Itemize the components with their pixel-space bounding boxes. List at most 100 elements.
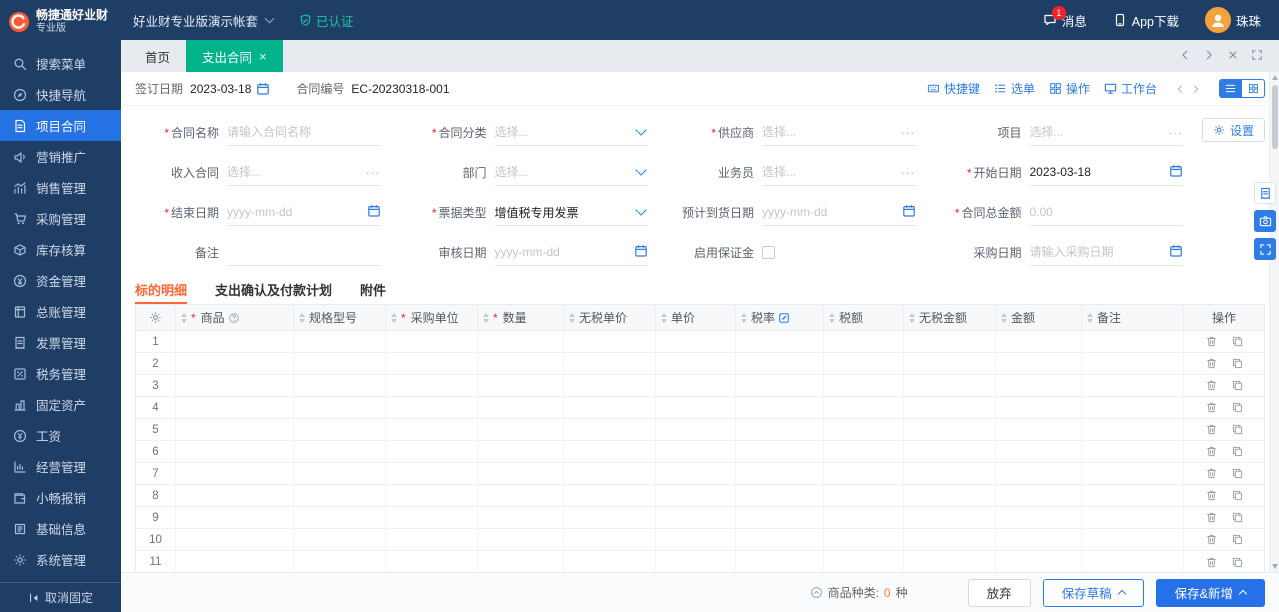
- cell-amount[interactable]: [996, 507, 1082, 528]
- cell-purchase-unit[interactable]: [386, 441, 478, 462]
- cell-unit-price[interactable]: [656, 331, 736, 352]
- cell-tax-amount[interactable]: [824, 485, 904, 506]
- cell-amount[interactable]: [996, 375, 1082, 396]
- cell-tax-free-amount[interactable]: [904, 485, 996, 506]
- sidebar-item-funds[interactable]: 资金管理: [0, 265, 121, 296]
- department-input[interactable]: [494, 165, 632, 179]
- gear-icon[interactable]: [149, 311, 162, 324]
- chevron-down-icon[interactable]: [635, 124, 647, 136]
- next-tab-button[interactable]: [1203, 49, 1217, 63]
- cell-spec-model[interactable]: [294, 529, 386, 550]
- operations-link[interactable]: 操作: [1049, 80, 1090, 97]
- cell-remark[interactable]: [1082, 441, 1184, 462]
- enable-deposit-checkbox[interactable]: [762, 246, 775, 259]
- column-header-unit-price[interactable]: 单价: [656, 305, 736, 330]
- cell-quantity[interactable]: [478, 441, 564, 462]
- cell-amount[interactable]: [996, 331, 1082, 352]
- cell-product[interactable]: [176, 529, 294, 550]
- cell-tax-amount[interactable]: [824, 397, 904, 418]
- cell-tax-free-price[interactable]: [564, 529, 656, 550]
- sidebar-item-fixed-assets[interactable]: 固定资产: [0, 389, 121, 420]
- summary-collapse-icon[interactable]: [810, 586, 823, 599]
- copy-icon[interactable]: [1231, 467, 1244, 480]
- contract-category-input[interactable]: [494, 125, 632, 139]
- scrollbar-thumb[interactable]: [1271, 85, 1278, 149]
- cell-spec-model[interactable]: [294, 463, 386, 484]
- cell-tax-free-price[interactable]: [564, 353, 656, 374]
- cell-purchase-unit[interactable]: [386, 331, 478, 352]
- cell-tax-free-amount[interactable]: [904, 375, 996, 396]
- card-view-toggle[interactable]: [1242, 79, 1265, 98]
- trash-icon[interactable]: [1205, 357, 1218, 370]
- cell-quantity[interactable]: [478, 485, 564, 506]
- contract-name-input[interactable]: [227, 125, 381, 139]
- sidebar-item-tax[interactable]: 税务管理: [0, 358, 121, 389]
- sidebar-item-basic-info[interactable]: 基础信息: [0, 513, 121, 544]
- close-all-button[interactable]: [1227, 49, 1241, 63]
- remark-input[interactable]: [227, 245, 381, 259]
- more-picker-icon[interactable]: ...: [901, 124, 916, 140]
- cell-quantity[interactable]: [478, 397, 564, 418]
- cell-tax-rate[interactable]: [736, 441, 824, 462]
- cell-tax-free-amount[interactable]: [904, 331, 996, 352]
- audit-date-input[interactable]: [494, 245, 629, 259]
- cell-quantity[interactable]: [478, 507, 564, 528]
- column-header-spec-model[interactable]: 规格型号: [294, 305, 386, 330]
- cell-tax-free-price[interactable]: [564, 551, 656, 572]
- sidebar-item-quick-nav[interactable]: 快捷导航: [0, 79, 121, 110]
- save-draft-button[interactable]: 保存草稿: [1042, 578, 1144, 607]
- cell-product[interactable]: [176, 463, 294, 484]
- salesman-input[interactable]: [762, 165, 896, 179]
- help-icon[interactable]: [228, 312, 240, 324]
- cell-tax-rate[interactable]: [736, 353, 824, 374]
- cell-product[interactable]: [176, 485, 294, 506]
- cell-spec-model[interactable]: [294, 331, 386, 352]
- cell-tax-free-price[interactable]: [564, 441, 656, 462]
- cell-tax-free-amount[interactable]: [904, 551, 996, 572]
- column-header-tax-free-price[interactable]: 无税单价: [564, 305, 656, 330]
- tab-expense-contract[interactable]: 支出合同 ×: [186, 40, 283, 72]
- cell-product[interactable]: [176, 375, 294, 396]
- cell-amount[interactable]: [996, 353, 1082, 374]
- cell-tax-free-price[interactable]: [564, 507, 656, 528]
- trash-icon[interactable]: [1205, 401, 1218, 414]
- trash-icon[interactable]: [1205, 511, 1218, 524]
- column-header-purchase-unit[interactable]: * 采购单位: [386, 305, 478, 330]
- trash-icon[interactable]: [1205, 489, 1218, 502]
- cell-tax-amount[interactable]: [824, 463, 904, 484]
- start-date-input[interactable]: [1029, 165, 1164, 179]
- cell-unit-price[interactable]: [656, 441, 736, 462]
- sidebar-item-reimburse[interactable]: 小畅报销: [0, 482, 121, 513]
- cell-product[interactable]: [176, 419, 294, 440]
- user-menu[interactable]: 珠珠: [1204, 7, 1261, 33]
- copy-icon[interactable]: [1231, 511, 1244, 524]
- copy-icon[interactable]: [1231, 533, 1244, 546]
- chevron-down-icon[interactable]: [635, 204, 647, 216]
- cell-spec-model[interactable]: [294, 353, 386, 374]
- project-input[interactable]: [1029, 125, 1164, 139]
- cell-unit-price[interactable]: [656, 485, 736, 506]
- more-picker-icon[interactable]: ...: [366, 164, 381, 180]
- copy-icon[interactable]: [1231, 379, 1244, 392]
- column-header-tax-rate[interactable]: 税率: [736, 305, 824, 330]
- detail-tab-subject-detail[interactable]: 标的明细: [135, 274, 188, 304]
- copy-icon[interactable]: [1231, 401, 1244, 414]
- copy-icon[interactable]: [1231, 556, 1244, 569]
- calendar-icon[interactable]: [902, 204, 916, 218]
- cell-remark[interactable]: [1082, 353, 1184, 374]
- scroll-down-button[interactable]: [1271, 564, 1278, 569]
- trash-icon[interactable]: [1205, 467, 1218, 480]
- discard-button[interactable]: 放弃: [967, 578, 1031, 607]
- cell-spec-model[interactable]: [294, 397, 386, 418]
- calendar-icon[interactable]: [367, 204, 381, 218]
- settings-button[interactable]: 设置: [1201, 118, 1265, 142]
- messages-button[interactable]: 1 消息: [1043, 6, 1087, 30]
- cell-quantity[interactable]: [478, 331, 564, 352]
- cell-remark[interactable]: [1082, 375, 1184, 396]
- sidebar-item-sales[interactable]: 销售管理: [0, 172, 121, 203]
- sidebar-item-inventory[interactable]: 库存核算: [0, 234, 121, 265]
- cell-amount[interactable]: [996, 441, 1082, 462]
- cell-spec-model[interactable]: [294, 441, 386, 462]
- calendar-icon[interactable]: [634, 244, 648, 258]
- cell-unit-price[interactable]: [656, 507, 736, 528]
